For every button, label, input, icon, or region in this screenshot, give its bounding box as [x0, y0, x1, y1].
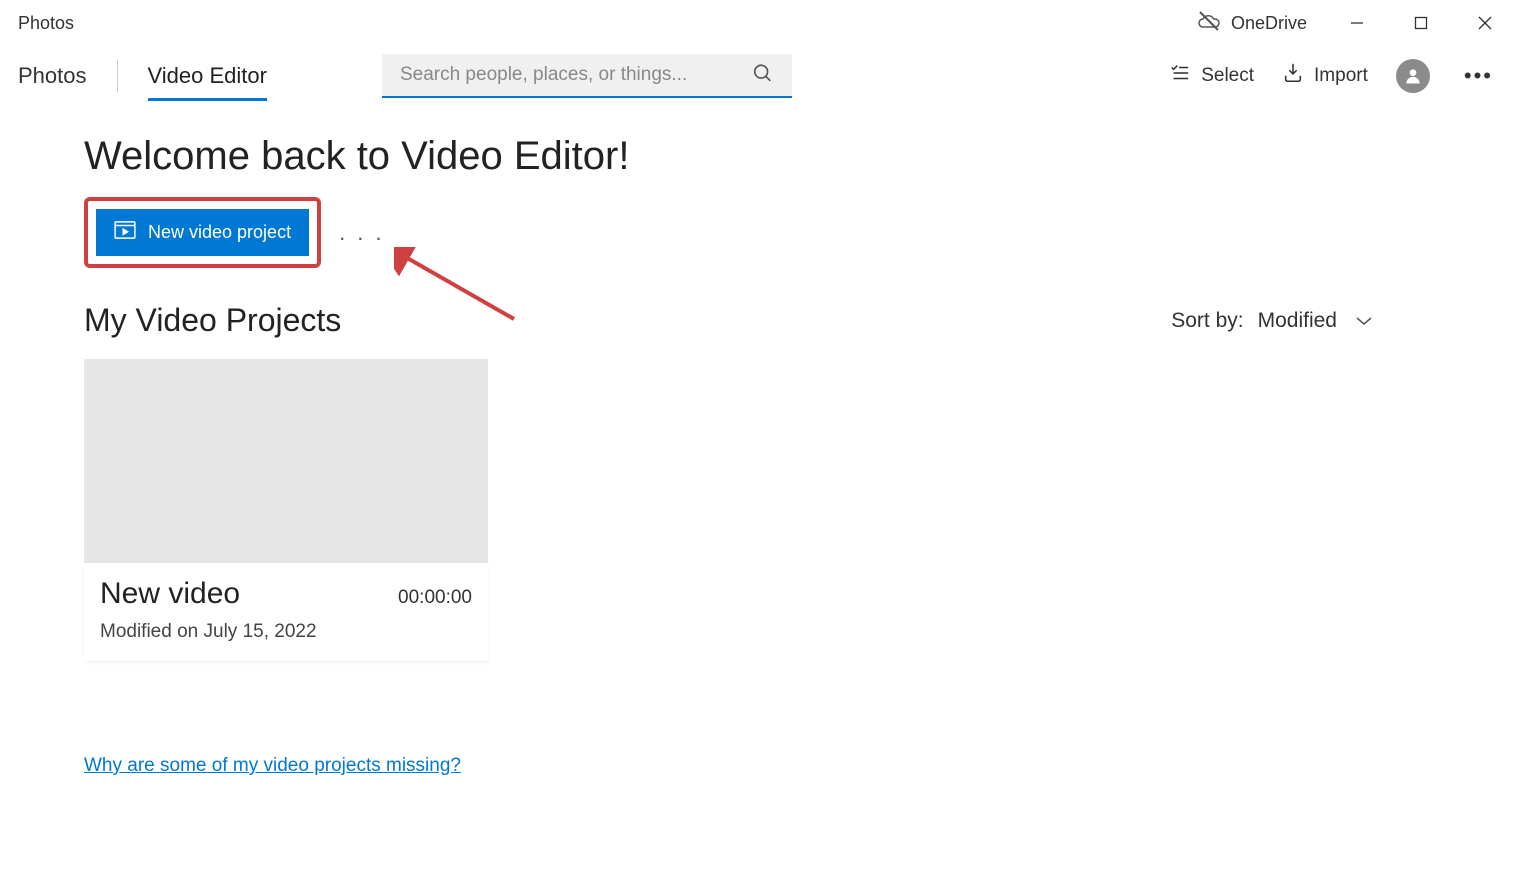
projects-header: My Video Projects Sort by: Modified	[84, 302, 1433, 339]
search-container	[382, 54, 792, 98]
search-icon[interactable]	[752, 63, 774, 90]
title-bar: Photos OneDrive	[0, 0, 1517, 46]
title-bar-right: OneDrive	[1197, 0, 1517, 46]
arrow-annotation	[394, 247, 524, 332]
project-title-row: New video 00:00:00	[100, 577, 472, 611]
help-link[interactable]: Why are some of my video projects missin…	[84, 755, 461, 777]
minimize-button[interactable]	[1325, 0, 1389, 46]
button-row: New video project . . .	[84, 197, 1433, 268]
import-label: Import	[1314, 65, 1368, 87]
chevron-down-icon	[1355, 309, 1373, 333]
projects-title: My Video Projects	[84, 302, 341, 339]
main-content: Welcome back to Video Editor! New video …	[0, 106, 1517, 777]
nav-bar: Photos Video Editor Select	[0, 46, 1517, 106]
maximize-button[interactable]	[1389, 0, 1453, 46]
sort-value: Modified	[1258, 309, 1337, 333]
cloud-off-icon	[1197, 9, 1221, 38]
avatar[interactable]	[1396, 59, 1430, 93]
import-icon	[1282, 62, 1304, 90]
window-controls	[1325, 0, 1517, 46]
onedrive-status[interactable]: OneDrive	[1197, 9, 1307, 38]
tab-photos[interactable]: Photos	[18, 51, 87, 101]
search-input[interactable]	[382, 54, 792, 98]
project-duration: 00:00:00	[398, 587, 472, 609]
tab-divider	[117, 60, 118, 92]
project-modified: Modified on July 15, 2022	[100, 621, 472, 643]
select-button[interactable]: Select	[1169, 62, 1254, 90]
page-title: Welcome back to Video Editor!	[84, 134, 1433, 179]
project-info: New video 00:00:00 Modified on July 15, …	[84, 563, 488, 661]
app-title: Photos	[18, 13, 74, 34]
video-add-icon	[114, 221, 136, 244]
onedrive-label: OneDrive	[1231, 13, 1307, 34]
select-icon	[1169, 62, 1191, 90]
select-label: Select	[1201, 65, 1254, 87]
import-button[interactable]: Import	[1282, 62, 1368, 90]
new-video-project-button[interactable]: New video project	[96, 209, 309, 256]
more-menu[interactable]: •••	[1458, 63, 1499, 89]
annotation-highlight: New video project	[84, 197, 321, 268]
nav-tabs: Photos Video Editor	[18, 51, 267, 101]
sort-by-label: Sort by:	[1171, 309, 1243, 333]
project-thumbnail	[84, 359, 488, 563]
more-options[interactable]: . . .	[339, 220, 385, 246]
nav-right: Select Import •••	[1169, 59, 1499, 93]
sort-dropdown[interactable]: Modified	[1258, 309, 1373, 333]
project-card[interactable]: New video 00:00:00 Modified on July 15, …	[84, 359, 488, 661]
sort-by: Sort by: Modified	[1171, 309, 1373, 333]
tab-video-editor[interactable]: Video Editor	[148, 51, 267, 101]
close-button[interactable]	[1453, 0, 1517, 46]
project-name: New video	[100, 577, 240, 611]
new-video-label: New video project	[148, 222, 291, 243]
